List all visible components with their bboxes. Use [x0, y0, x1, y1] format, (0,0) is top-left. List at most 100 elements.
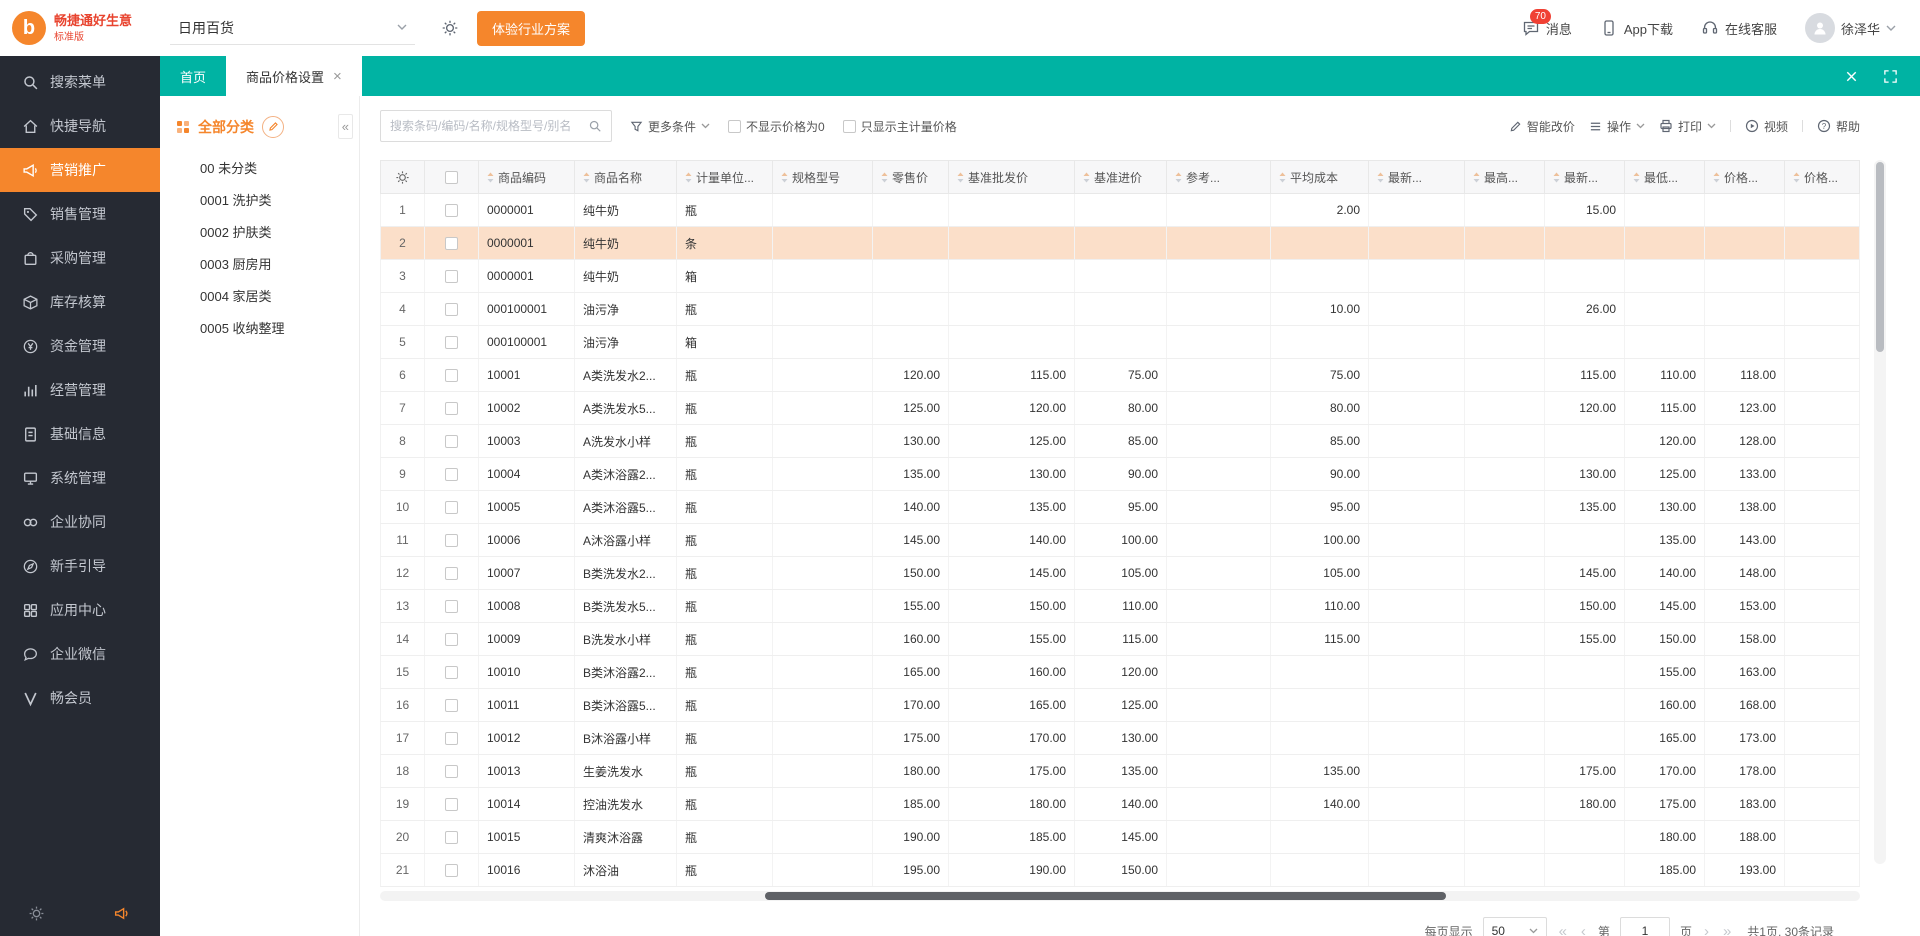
row-checkbox[interactable] [445, 533, 458, 547]
prev-page-button[interactable]: ‹ [1579, 923, 1588, 936]
video-button[interactable]: 视频 [1745, 118, 1788, 135]
row-checkbox[interactable] [445, 797, 458, 811]
table-row[interactable]: 4 000100001 油污净瓶 10.00 26.00 [380, 293, 1860, 326]
category-item[interactable]: 0001 洗护类 [160, 185, 359, 217]
table-row[interactable]: 7 10002 A类洗发水5... 瓶 125.00 120.00 80.00 80.00 12… [380, 392, 1860, 425]
column-header[interactable]: 商品名称 [575, 161, 677, 193]
table-row[interactable]: 18 10013 生姜洗发水瓶 180.00 175.00 135.00 135.00 175… [380, 755, 1860, 788]
sort-icon[interactable] [957, 172, 964, 183]
row-checkbox[interactable] [445, 335, 458, 349]
search-input[interactable] [390, 119, 588, 133]
table-row[interactable]: 5 000100001 油污净箱 [380, 326, 1860, 359]
main-unit-only-checkbox[interactable]: 只显示主计量价格 [842, 118, 957, 135]
checkbox[interactable] [842, 119, 856, 133]
column-header[interactable]: 基准批发价 [949, 161, 1075, 193]
sidebar-item-app-center[interactable]: 应用中心 [0, 588, 160, 632]
row-checkbox[interactable] [445, 830, 458, 844]
edit-categories-button[interactable] [262, 115, 284, 138]
sort-icon[interactable] [1473, 172, 1480, 183]
sidebar-item-guide[interactable]: 新手引导 [0, 544, 160, 588]
sidebar-item-funds[interactable]: 资金管理 [0, 324, 160, 368]
column-header[interactable]: 最低... [1625, 161, 1705, 193]
table-row[interactable]: 2 0000001 纯牛奶条 [380, 227, 1860, 260]
sidebar-item-sales[interactable]: 销售管理 [0, 192, 160, 236]
close-all-tabs-icon[interactable] [1844, 69, 1859, 84]
more-filters-button[interactable]: 更多条件 [630, 118, 710, 135]
sidebar-item-quick-nav[interactable]: 快捷导航 [0, 104, 160, 148]
table-row[interactable]: 11 10006 A沐浴露小样瓶 145.00 140.00 100.00 100.00 13… [380, 524, 1860, 557]
sidebar-item-member[interactable]: 畅会员 [0, 676, 160, 720]
horizontal-scrollbar-thumb[interactable] [764, 892, 1446, 900]
sort-icon[interactable] [1713, 172, 1720, 183]
column-header[interactable]: 商品编码 [479, 161, 575, 193]
category-item[interactable]: 0003 厨房用 [160, 249, 359, 281]
fullscreen-icon[interactable] [1883, 69, 1898, 84]
search-icon[interactable] [588, 119, 602, 133]
row-checkbox[interactable] [445, 302, 458, 316]
hide-zero-price-checkbox[interactable]: 不显示价格为0 [728, 118, 825, 135]
help-button[interactable]: ? 帮助 [1817, 118, 1860, 135]
table-row[interactable]: 6 10001 A类洗发水2... 瓶 120.00 115.00 75.00 75.00 11… [380, 359, 1860, 392]
table-row[interactable]: 14 10009 B洗发水小样瓶 160.00 155.00 115.00 115.00 15… [380, 623, 1860, 656]
row-checkbox[interactable] [445, 863, 458, 877]
per-page-select[interactable]: 50 [1482, 917, 1547, 936]
sidebar-item-system[interactable]: 系统管理 [0, 456, 160, 500]
sidebar-item-operations[interactable]: 经营管理 [0, 368, 160, 412]
trial-solution-button[interactable]: 体验行业方案 [477, 10, 586, 46]
table-row[interactable]: 1 0000001 纯牛奶瓶 2.00 15.00 [380, 194, 1860, 227]
column-header[interactable]: 最高... [1465, 161, 1545, 193]
online-service-button[interactable]: 在线客服 [1701, 19, 1777, 38]
category-item[interactable]: 0005 收纳整理 [160, 313, 359, 345]
smart-reprice-button[interactable]: 智能改价 [1509, 118, 1575, 135]
sidebar-item-wecom[interactable]: 企业微信 [0, 632, 160, 676]
sort-icon[interactable] [1083, 172, 1090, 183]
row-checkbox[interactable] [445, 401, 458, 415]
row-checkbox[interactable] [445, 566, 458, 580]
row-checkbox[interactable] [445, 500, 458, 514]
sort-icon[interactable] [1279, 172, 1286, 183]
table-row[interactable]: 3 0000001 纯牛奶箱 [380, 260, 1860, 293]
row-checkbox[interactable] [445, 731, 458, 745]
table-row[interactable]: 17 10012 B沐浴露小样瓶 175.00 170.00 130.00 165.00 17… [380, 722, 1860, 755]
table-row[interactable]: 20 10015 清爽沐浴露瓶 190.00 185.00 145.00 180.00 188… [380, 821, 1860, 854]
first-page-button[interactable]: « [1557, 923, 1569, 936]
operate-button[interactable]: 操作 [1589, 118, 1645, 135]
horizontal-scrollbar[interactable] [380, 891, 1860, 901]
checkbox[interactable] [728, 119, 742, 133]
row-checkbox[interactable] [445, 764, 458, 778]
column-header[interactable]: 价格... [1705, 161, 1785, 193]
sort-icon[interactable] [487, 172, 494, 183]
table-row[interactable]: 8 10003 A洗发水小样瓶 130.00 125.00 85.00 85.00 120.0… [380, 425, 1860, 458]
category-item[interactable]: 00 未分类 [160, 153, 359, 185]
sort-icon[interactable] [1553, 172, 1560, 183]
sidebar-item-purchasing[interactable]: 采购管理 [0, 236, 160, 280]
sidebar-settings-gear-icon[interactable] [28, 905, 45, 922]
row-checkbox[interactable] [445, 236, 458, 250]
category-item[interactable]: 0004 家居类 [160, 281, 359, 313]
row-checkbox[interactable] [445, 203, 458, 217]
sort-icon[interactable] [881, 172, 888, 183]
table-row[interactable]: 15 10010 B类沐浴露2... 瓶 165.00 160.00 120.00 155.0… [380, 656, 1860, 689]
page-number-input[interactable] [1619, 917, 1670, 936]
row-checkbox[interactable] [445, 665, 458, 679]
sort-icon[interactable] [1793, 172, 1800, 183]
table-row[interactable]: 10 10005 A类沐浴露5... 瓶 140.00 135.00 95.00 95.00 1… [380, 491, 1860, 524]
tab-close-icon[interactable]: × [333, 69, 342, 84]
column-header[interactable]: 最新... [1545, 161, 1625, 193]
table-row[interactable]: 19 10014 控油洗发水瓶 185.00 180.00 140.00 140.00 180… [380, 788, 1860, 821]
row-checkbox[interactable] [445, 698, 458, 712]
column-header[interactable]: 最新... [1369, 161, 1465, 193]
column-header[interactable]: 参考... [1167, 161, 1271, 193]
vertical-scrollbar-thumb[interactable] [1876, 162, 1884, 352]
sort-icon[interactable] [1175, 172, 1182, 183]
column-header[interactable]: 平均成本 [1271, 161, 1369, 193]
next-page-button[interactable]: › [1702, 923, 1711, 936]
column-settings-button[interactable] [381, 161, 425, 193]
sort-icon[interactable] [583, 172, 590, 183]
column-header[interactable]: 零售价 [873, 161, 949, 193]
row-checkbox[interactable] [445, 467, 458, 481]
table-row[interactable]: 12 10007 B类洗发水2... 瓶 150.00 145.00 105.00 105.0… [380, 557, 1860, 590]
row-checkbox[interactable] [445, 434, 458, 448]
sort-icon[interactable] [1633, 172, 1640, 183]
vertical-scrollbar[interactable] [1874, 160, 1886, 864]
